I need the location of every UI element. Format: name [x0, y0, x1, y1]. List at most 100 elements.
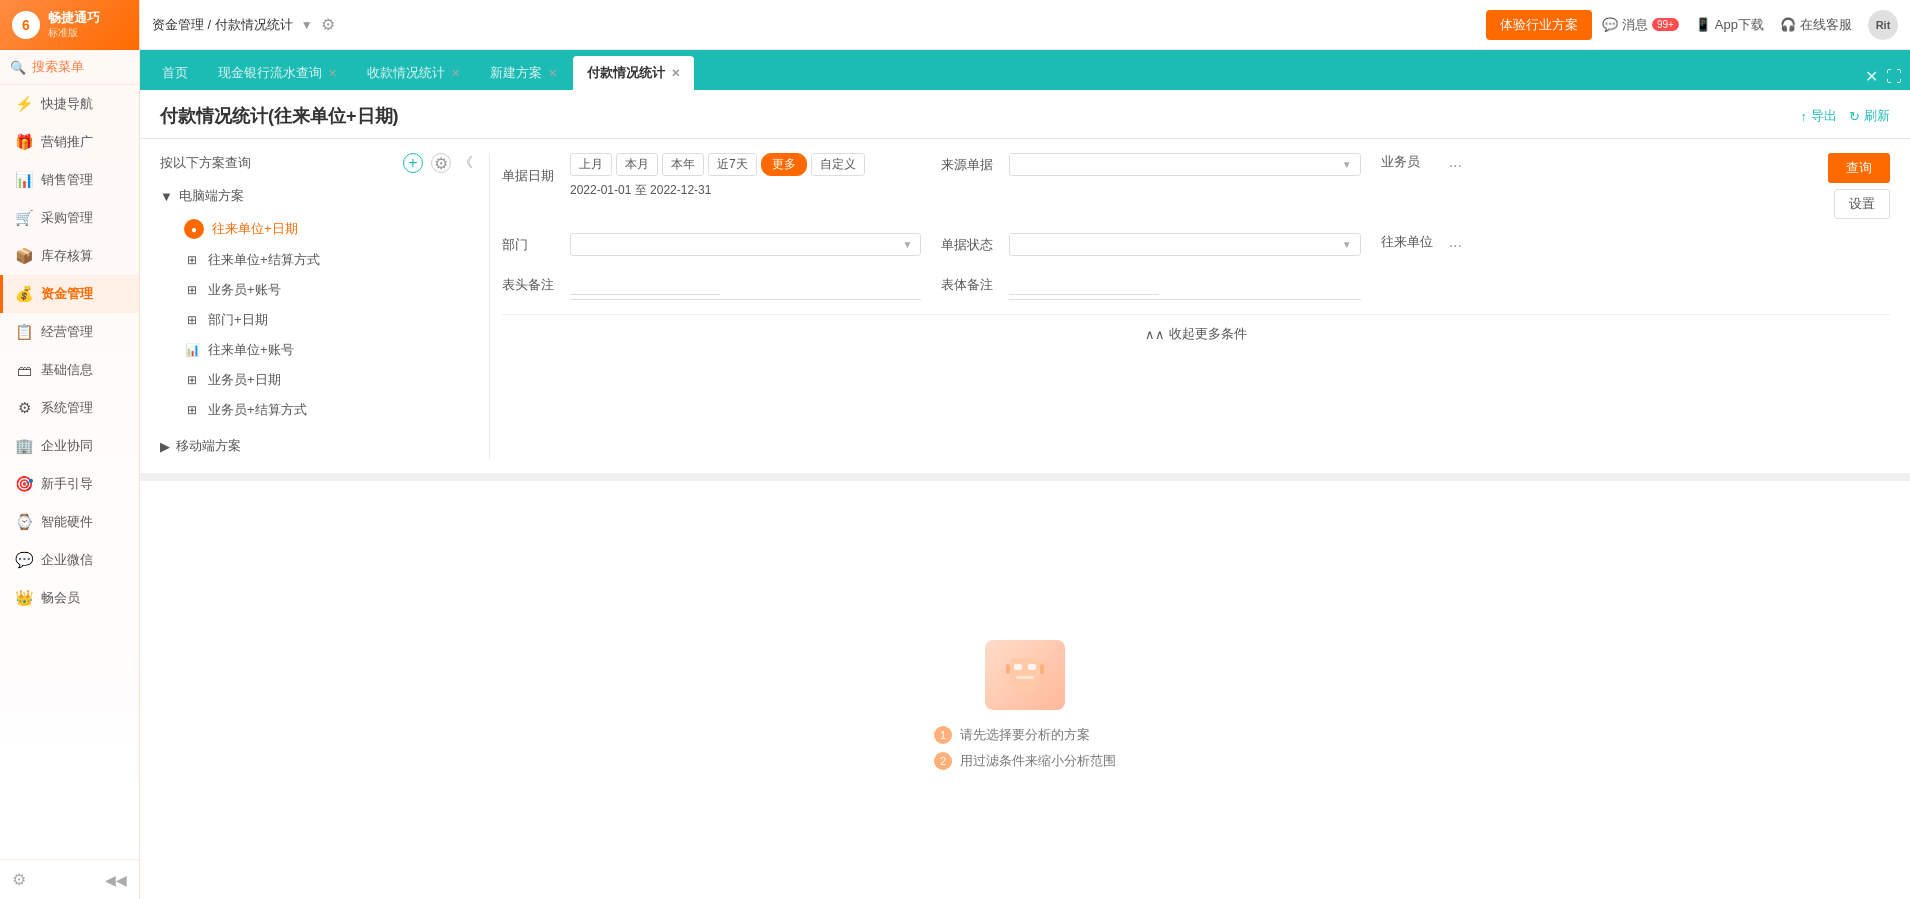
tab-fullscreen-icon[interactable]: ⛶ [1886, 68, 1902, 86]
sidebar-item-enterprise[interactable]: 🏢 企业协同 [0, 427, 139, 465]
date-btn-this-month[interactable]: 本月 [616, 153, 658, 176]
sidebar-item-label: 销售管理 [41, 171, 93, 189]
messages-button[interactable]: 💬 消息 99+ [1602, 16, 1679, 34]
tab-new-scheme-close[interactable]: ✕ [548, 67, 557, 80]
settings-button[interactable]: 设置 [1834, 189, 1890, 219]
query-button[interactable]: 查询 [1828, 153, 1890, 183]
header-note-input[interactable] [570, 270, 720, 295]
svg-rect-1 [1014, 664, 1022, 670]
tab-bank[interactable]: 现金银行流水查询 ✕ [204, 56, 351, 90]
voucher-status-select[interactable]: ▼ [1009, 233, 1360, 256]
scheme-item-staff-settlement[interactable]: ⊞ 业务员+结算方式 [160, 395, 473, 425]
desktop-arrow-icon: ▼ [160, 189, 173, 204]
sidebar-item-inventory[interactable]: 📦 库存核算 [0, 237, 139, 275]
topbar-settings-icon[interactable]: ⚙ [321, 15, 335, 34]
sidebar-item-purchase[interactable]: 🛒 采购管理 [0, 199, 139, 237]
user-avatar[interactable]: Rit [1868, 10, 1898, 40]
page-title: 付款情况统计(往来单位+日期) [160, 104, 399, 128]
tab-receipts-label: 收款情况统计 [367, 64, 445, 82]
breadcrumb-arrow: ▼ [301, 18, 313, 32]
message-icon: 💬 [1602, 17, 1618, 32]
date-options: 上月 本月 本年 近7天 更多 自定义 [570, 153, 865, 176]
tab-receipts[interactable]: 收款情况统计 ✕ [353, 56, 474, 90]
date-btn-7days[interactable]: 近7天 [708, 153, 757, 176]
sidebar-item-wechat[interactable]: 💬 企业微信 [0, 541, 139, 579]
body-note-input[interactable] [1009, 270, 1159, 295]
sidebar-item-hardware[interactable]: ⌚ 智能硬件 [0, 503, 139, 541]
footer-collapse-icon[interactable]: ◀◀ [105, 872, 127, 888]
sales-icon: 📊 [15, 171, 33, 189]
date-btn-last-month[interactable]: 上月 [570, 153, 612, 176]
export-button[interactable]: ↑ 导出 [1801, 107, 1838, 125]
empty-box [985, 640, 1065, 710]
scheme-collapse-button[interactable]: 《 [459, 154, 473, 172]
scheme-item-label: 往来单位+账号 [208, 341, 294, 359]
online-service-button[interactable]: 🎧 在线客服 [1780, 16, 1852, 34]
tab-home[interactable]: 首页 [148, 56, 202, 90]
sidebar-item-system[interactable]: ⚙ 系统管理 [0, 389, 139, 427]
sidebar-item-basic[interactable]: 🗃 基础信息 [0, 351, 139, 389]
desktop-section-title[interactable]: ▼ 电脑端方案 [160, 183, 473, 209]
mobile-section-title[interactable]: ▶ 移动端方案 [160, 433, 473, 459]
scheme-item-unit-account[interactable]: 📊 往来单位+账号 [160, 335, 473, 365]
sidebar-item-guide[interactable]: 🎯 新手引导 [0, 465, 139, 503]
refresh-button[interactable]: ↻ 刷新 [1849, 107, 1890, 125]
app-download-button[interactable]: 📱 App下载 [1695, 16, 1764, 34]
body-note-field: 表体备注 [941, 270, 1360, 300]
date-btn-this-year[interactable]: 本年 [662, 153, 704, 176]
date-btn-custom[interactable]: 自定义 [811, 153, 865, 176]
scheme-label: 按以下方案查询 [160, 154, 251, 172]
search-label: 搜索菜单 [32, 58, 84, 76]
trial-button[interactable]: 体验行业方案 [1486, 10, 1592, 40]
topbar: 资金管理 / 付款情况统计 ▼ ⚙ 体验行业方案 💬 消息 99+ 📱 App下… [140, 0, 1910, 50]
tab-new-scheme[interactable]: 新建方案 ✕ [476, 56, 571, 90]
footer-settings-icon[interactable]: ⚙ [12, 870, 26, 889]
sidebar-item-label: 基础信息 [41, 361, 93, 379]
content-area: 付款情况统计(往来单位+日期) ↑ 导出 ↻ 刷新 按以下方案查询 + [140, 90, 1910, 899]
collapse-more-button[interactable]: ∧∧ 收起更多条件 [1145, 325, 1247, 343]
sidebar-item-label: 营销推广 [41, 133, 93, 151]
sidebar-item-label: 企业微信 [41, 551, 93, 569]
sidebar-item-quick-nav[interactable]: ⚡ 快捷导航 [0, 85, 139, 123]
scheme-item-dept-date[interactable]: ⊞ 部门+日期 [160, 305, 473, 335]
table-icon-4: ⊞ [184, 372, 200, 388]
scheme-item-unit-settlement[interactable]: ⊞ 往来单位+结算方式 [160, 245, 473, 275]
tab-payment-close[interactable]: ✕ [671, 67, 680, 80]
scheme-item-label: 往来单位+结算方式 [208, 251, 320, 269]
hardware-icon: ⌚ [15, 513, 33, 531]
logo-subtitle: 标准版 [48, 26, 100, 40]
scheme-add-button[interactable]: + [403, 153, 423, 173]
inventory-icon: 📦 [15, 247, 33, 265]
scheme-panel: 按以下方案查询 + ⚙ 《 ▼ 电脑端方案 ● [160, 153, 490, 459]
sidebar-item-marketing[interactable]: 🎁 营销推广 [0, 123, 139, 161]
scheme-item-unit-date[interactable]: ● 往来单位+日期 [160, 213, 473, 245]
desktop-section-label: 电脑端方案 [179, 187, 244, 205]
logo-icon: 6 [12, 11, 40, 39]
sidebar-footer: ⚙ ◀◀ [0, 859, 139, 899]
staff-picker-button[interactable]: ... [1449, 153, 1462, 171]
tab-close-all-icon[interactable]: ✕ [1865, 67, 1878, 86]
partner-field: 往来单位 ... [1381, 233, 1800, 251]
sidebar-item-sales[interactable]: 📊 销售管理 [0, 161, 139, 199]
quick-nav-icon: ⚡ [15, 95, 33, 113]
dept-select[interactable]: ▼ [570, 233, 921, 256]
scheme-item-staff-account[interactable]: ⊞ 业务员+账号 [160, 275, 473, 305]
search-menu[interactable]: 🔍 搜索菜单 [0, 50, 139, 85]
scheme-item-label: 往来单位+日期 [212, 220, 298, 238]
tab-bank-label: 现金银行流水查询 [218, 64, 322, 82]
sidebar-item-funds[interactable]: 💰 资金管理 [0, 275, 139, 313]
svg-rect-2 [1028, 664, 1036, 670]
partner-picker-button[interactable]: ... [1449, 233, 1462, 251]
tab-payment[interactable]: 付款情况统计 ✕ [573, 56, 694, 90]
date-btn-more[interactable]: 更多 [761, 153, 807, 176]
sidebar-header: 6 畅捷通巧 标准版 [0, 0, 139, 50]
tab-receipts-close[interactable]: ✕ [451, 67, 460, 80]
scheme-settings-button[interactable]: ⚙ [431, 153, 451, 173]
table-icon-5: ⊞ [184, 402, 200, 418]
tab-bank-close[interactable]: ✕ [328, 67, 337, 80]
scheme-item-staff-date[interactable]: ⊞ 业务员+日期 [160, 365, 473, 395]
source-voucher-select[interactable]: ▼ [1009, 153, 1360, 176]
sidebar-item-member[interactable]: 👑 畅会员 [0, 579, 139, 617]
sidebar-item-business[interactable]: 📋 经营管理 [0, 313, 139, 351]
table-icon-3: ⊞ [184, 312, 200, 328]
